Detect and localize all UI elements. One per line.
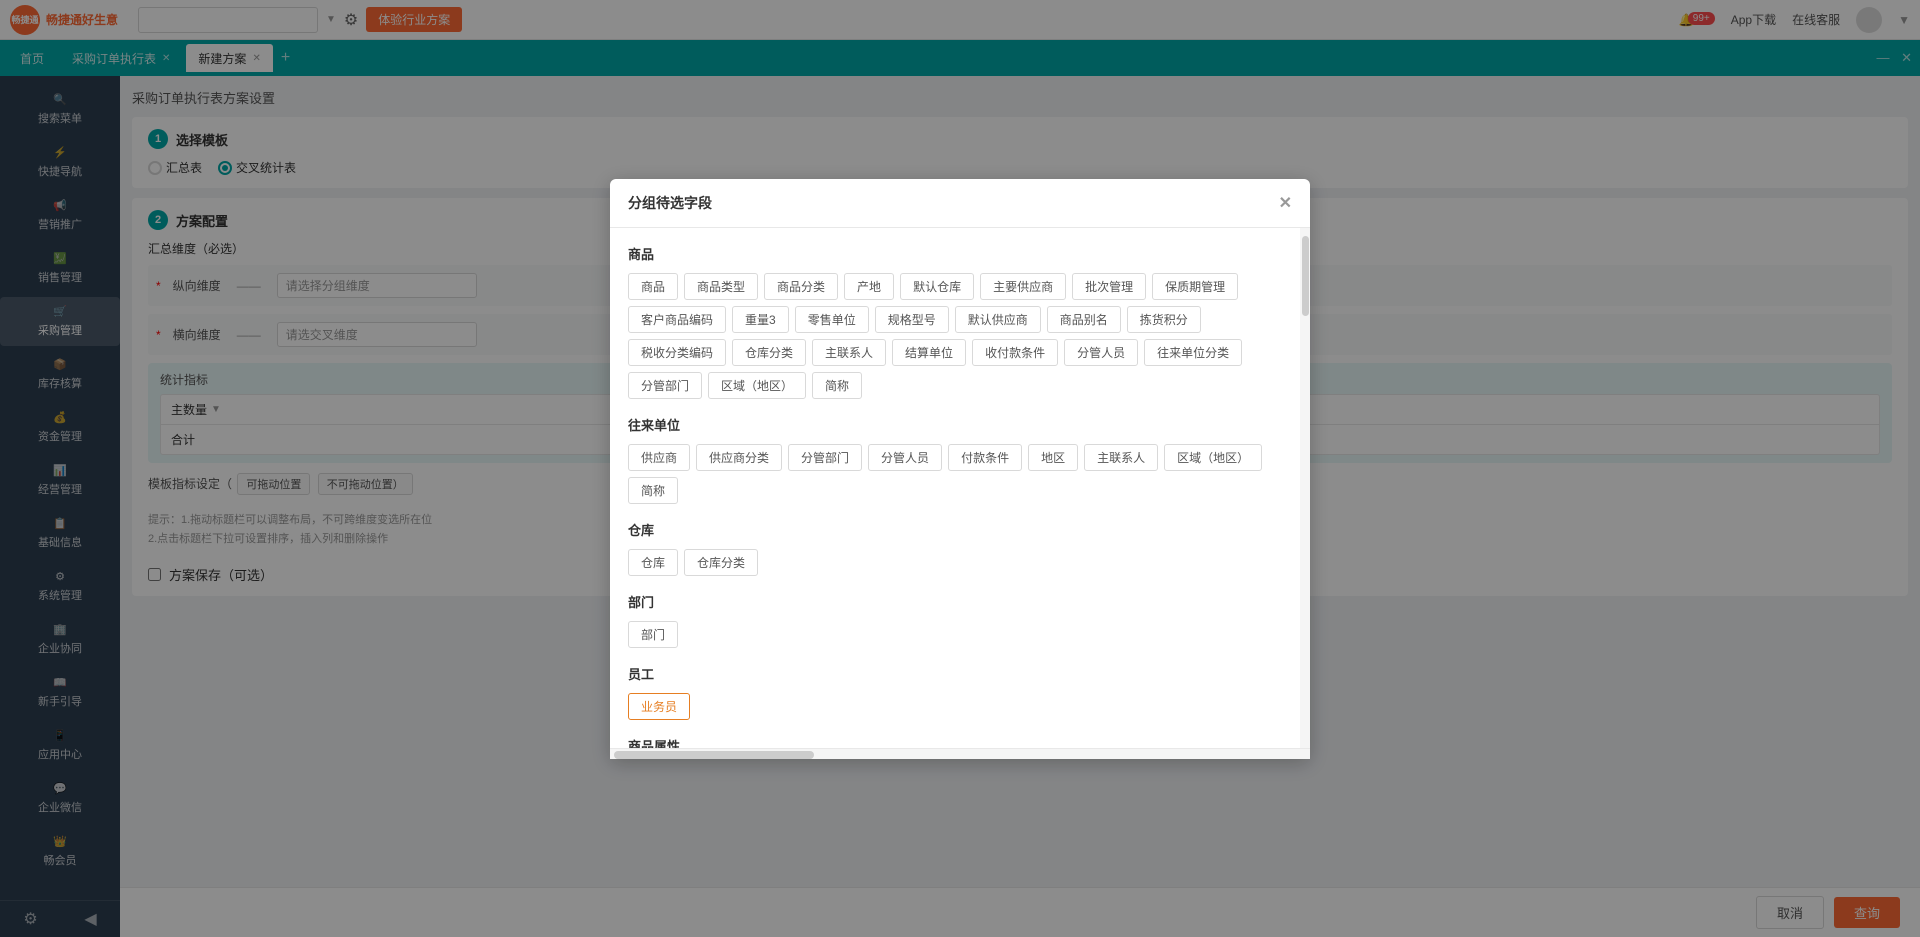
field-tag[interactable]: 收付款条件 [972,339,1058,366]
field-group-warehouse: 仓库 仓库 仓库分类 [628,520,1282,576]
field-tag[interactable]: 分管部门 [788,444,862,471]
field-tag[interactable]: 商品类型 [684,273,758,300]
field-tag[interactable]: 主联系人 [812,339,886,366]
field-group-partner: 往来单位 供应商 供应商分类 分管部门 分管人员 付款条件 地区 主联系人 区域… [628,415,1282,504]
modal-hscroll-thumb [614,751,814,758]
scrollbar-thumb [1302,236,1309,316]
field-tag[interactable]: 仓库分类 [732,339,806,366]
modal-scrollbar[interactable] [1300,228,1310,749]
field-tag[interactable]: 区域（地区） [1164,444,1262,471]
field-tag[interactable]: 批次管理 [1072,273,1146,300]
field-tag[interactable]: 商品别名 [1047,306,1121,333]
field-tag[interactable]: 重量3 [732,306,789,333]
modal: 分组待选字段 ✕ 商品 商品 商品类型 商品分类 产地 默认仓库 主要供应商 批… [610,179,1310,759]
field-tag[interactable]: 供应商 [628,444,690,471]
field-group-product-title: 商品 [628,244,1282,263]
field-tag[interactable]: 简称 [812,372,862,399]
field-tag[interactable]: 默认仓库 [900,273,974,300]
field-group-dept-tags: 部门 [628,621,1282,648]
field-group-staff-title: 员工 [628,664,1282,683]
field-group-warehouse-tags: 仓库 仓库分类 [628,549,1282,576]
field-tag[interactable]: 供应商分类 [696,444,782,471]
modal-header: 分组待选字段 ✕ [610,179,1310,228]
modal-hscroll[interactable] [610,748,1310,758]
field-group-attr: 商品属性 属性 颜色 多规格 尺码 鞋码 1 [628,736,1282,749]
field-group-product-tags: 商品 商品类型 商品分类 产地 默认仓库 主要供应商 批次管理 保质期管理 客户… [628,273,1282,399]
field-group-partner-tags: 供应商 供应商分类 分管部门 分管人员 付款条件 地区 主联系人 区域（地区） … [628,444,1282,504]
field-tag[interactable]: 付款条件 [948,444,1022,471]
field-tag[interactable]: 地区 [1028,444,1078,471]
field-tag[interactable]: 仓库分类 [684,549,758,576]
field-tag[interactable]: 分管人员 [1064,339,1138,366]
field-tag[interactable]: 规格型号 [875,306,949,333]
field-tag[interactable]: 产地 [844,273,894,300]
field-tag[interactable]: 往来单位分类 [1144,339,1242,366]
field-tag[interactable]: 商品 [628,273,678,300]
field-group-product: 商品 商品 商品类型 商品分类 产地 默认仓库 主要供应商 批次管理 保质期管理… [628,244,1282,399]
field-tag[interactable]: 部门 [628,621,678,648]
field-group-dept: 部门 部门 [628,592,1282,648]
field-tag[interactable]: 税收分类编码 [628,339,726,366]
field-tag[interactable]: 仓库 [628,549,678,576]
modal-close-button[interactable]: ✕ [1279,193,1292,213]
field-group-attr-title: 商品属性 [628,736,1282,749]
field-tag[interactable]: 客户商品编码 [628,306,726,333]
field-tag[interactable]: 主要供应商 [980,273,1066,300]
modal-overlay[interactable]: 分组待选字段 ✕ 商品 商品 商品类型 商品分类 产地 默认仓库 主要供应商 批… [0,0,1920,937]
modal-body: 商品 商品 商品类型 商品分类 产地 默认仓库 主要供应商 批次管理 保质期管理… [610,228,1300,749]
field-group-partner-title: 往来单位 [628,415,1282,434]
field-tag[interactable]: 默认供应商 [955,306,1041,333]
field-tag[interactable]: 简称 [628,477,678,504]
field-tag[interactable]: 分管部门 [628,372,702,399]
field-tag[interactable]: 分管人员 [868,444,942,471]
field-tag[interactable]: 结算单位 [892,339,966,366]
field-group-staff: 员工 业务员 [628,664,1282,720]
field-tag[interactable]: 主联系人 [1084,444,1158,471]
field-tag[interactable]: 区域（地区） [708,372,806,399]
modal-title: 分组待选字段 [628,193,712,213]
field-group-staff-tags: 业务员 [628,693,1282,720]
field-tag[interactable]: 保质期管理 [1152,273,1238,300]
field-tag[interactable]: 业务员 [628,693,690,720]
field-tag[interactable]: 零售单位 [795,306,869,333]
field-group-dept-title: 部门 [628,592,1282,611]
field-tag[interactable]: 拣货积分 [1127,306,1201,333]
field-group-warehouse-title: 仓库 [628,520,1282,539]
field-tag[interactable]: 商品分类 [764,273,838,300]
